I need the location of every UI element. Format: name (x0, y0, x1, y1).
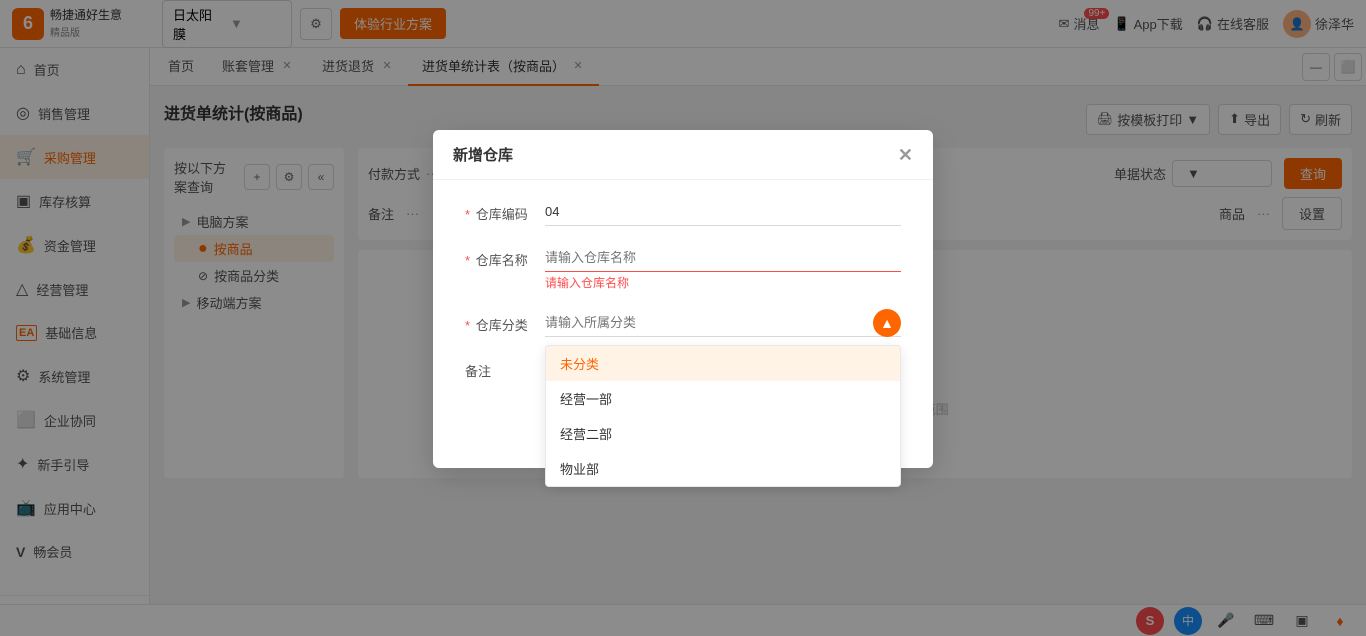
dialog-close-button[interactable]: ✕ (898, 146, 913, 164)
category-toggle-button[interactable]: ▲ (873, 309, 901, 337)
category-option-property[interactable]: 物业部 (546, 451, 900, 486)
warehouse-name-row: * 仓库名称 请输入仓库名称 (465, 244, 901, 291)
warehouse-code-input[interactable] (545, 198, 901, 226)
category-option-dept2[interactable]: 经营二部 (546, 416, 900, 451)
warehouse-name-label: * 仓库名称 (465, 244, 545, 269)
warehouse-name-error: 请输入仓库名称 (545, 274, 901, 291)
category-option-dept1[interactable]: 经营一部 (546, 381, 900, 416)
category-input[interactable] (545, 309, 901, 337)
category-dropdown: 未分类 经营一部 经营二部 物业部 (545, 345, 901, 487)
warehouse-code-row: * 仓库编码 (465, 198, 901, 226)
warehouse-category-label: * 仓库分类 (465, 309, 545, 334)
warehouse-code-label: * 仓库编码 (465, 198, 545, 223)
dialog-header: 新增仓库 ✕ (433, 130, 933, 180)
dialog-body: * 仓库编码 * 仓库名称 请输入仓库名称 * 仓库分类 (433, 180, 933, 383)
remark-label: 备注 (465, 355, 545, 380)
warehouse-code-control (545, 198, 901, 226)
warehouse-category-row: * 仓库分类 ▲ 未分类 经营一部 经营二部 物业部 (465, 309, 901, 337)
dialog-title: 新增仓库 (453, 144, 513, 165)
required-star3: * (465, 318, 470, 333)
warehouse-name-input[interactable] (545, 244, 901, 272)
required-star2: * (465, 253, 470, 268)
required-star: * (465, 207, 470, 222)
category-option-uncategorized[interactable]: 未分类 (546, 346, 900, 381)
warehouse-name-control: 请输入仓库名称 (545, 244, 901, 291)
category-input-wrapper: ▲ 未分类 经营一部 经营二部 物业部 (545, 309, 901, 337)
add-warehouse-dialog: 新增仓库 ✕ * 仓库编码 * 仓库名称 请输入仓库名称 (433, 130, 933, 468)
